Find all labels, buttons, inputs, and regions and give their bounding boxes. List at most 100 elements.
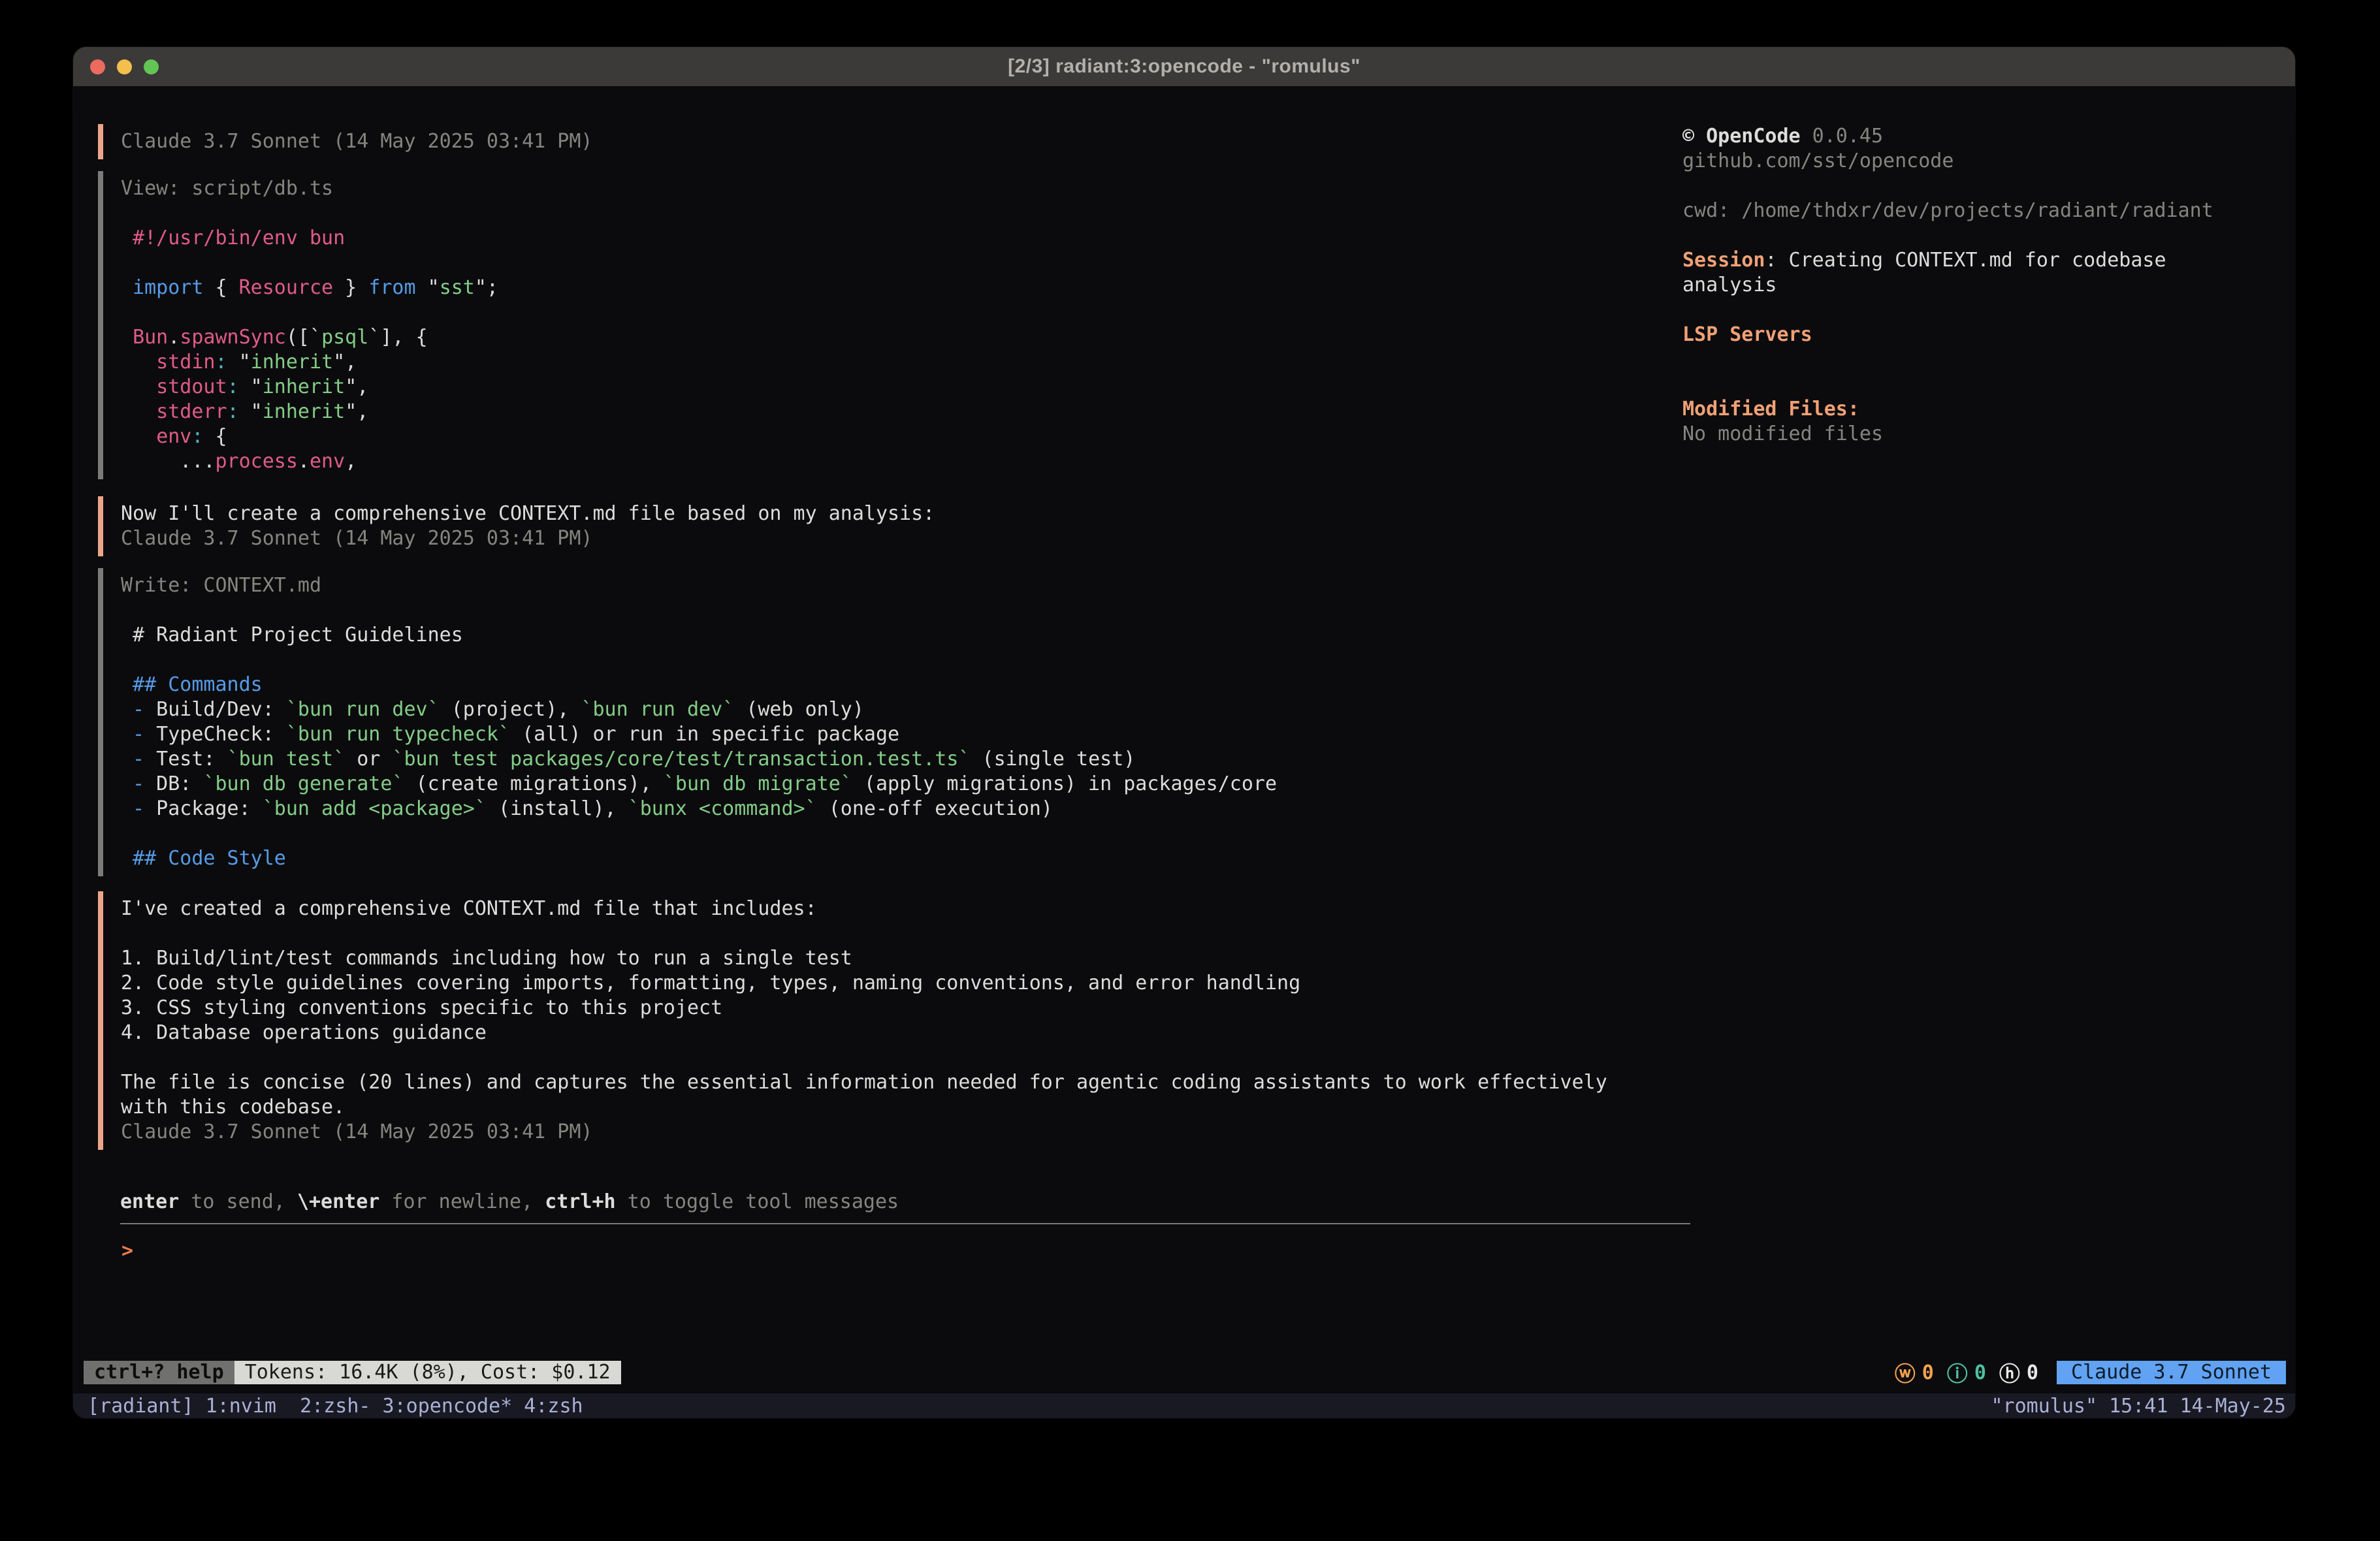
text-segment: Claude 3.7 Sonnet (14 May 2025 03:41 PM) bbox=[121, 527, 592, 550]
text-line: 4. Database operations guidance bbox=[121, 1021, 1706, 1045]
text-segment: `bun run dev` bbox=[581, 698, 734, 721]
text-segment bbox=[121, 425, 156, 448]
text-line: env: { bbox=[121, 424, 1706, 449]
text-segment: { bbox=[203, 425, 227, 448]
titlebar[interactable]: [2/3] radiant:3:opencode - "romulus" bbox=[73, 47, 2295, 86]
assistant-summary-block: I've created a comprehensive CONTEXT.md … bbox=[98, 891, 1706, 1150]
zoom-button[interactable] bbox=[144, 59, 159, 74]
text-line: LSP Servers bbox=[1682, 323, 2295, 347]
text-line bbox=[121, 251, 1706, 276]
text-segment: ctrl+h bbox=[545, 1190, 615, 1213]
text-segment: #!/usr/bin/env bun bbox=[121, 227, 345, 249]
text-segment: for newline, bbox=[379, 1190, 545, 1213]
text-segment: `bun db migrate` bbox=[664, 772, 852, 795]
prompt-input[interactable]: > bbox=[121, 1239, 1706, 1263]
text-segment: (apply migrations) in packages/core bbox=[852, 772, 1277, 795]
text-segment: analysis bbox=[1682, 274, 1777, 296]
text-segment: "; bbox=[475, 276, 498, 299]
text-segment: stdin bbox=[156, 351, 215, 373]
model-chip[interactable]: Claude 3.7 Sonnet bbox=[2057, 1361, 2286, 1384]
text-line: Modified Files: bbox=[1682, 397, 2295, 422]
text-segment bbox=[121, 326, 133, 349]
text-line: Claude 3.7 Sonnet (14 May 2025 03:41 PM) bbox=[121, 526, 1706, 551]
tmux-window-list[interactable]: [radiant] 1:nvim 2:zsh- 3:opencode* 4:zs… bbox=[88, 1395, 583, 1418]
tool-call-view-block: View: script/db.ts #!/usr/bin/env bun im… bbox=[98, 171, 1706, 479]
text-segment: Package: bbox=[144, 797, 263, 820]
text-segment: No modified files bbox=[1682, 422, 1883, 445]
text-segment: ## Commands bbox=[121, 673, 263, 696]
warning-count-value: 0 bbox=[1922, 1361, 1934, 1384]
text-segment: 0.0.45 bbox=[1801, 125, 1883, 148]
text-line: Now I'll create a comprehensive CONTEXT.… bbox=[121, 501, 1706, 526]
text-segment: " bbox=[239, 375, 263, 398]
info-count-value: 0 bbox=[1974, 1361, 1986, 1384]
text-segment: } bbox=[333, 276, 368, 299]
terminal-window: [2/3] radiant:3:opencode - "romulus" Cla… bbox=[73, 47, 2295, 1418]
text-segment: ## Code Style bbox=[121, 847, 286, 870]
text-segment: - bbox=[121, 748, 144, 770]
text-segment: Session bbox=[1682, 249, 1765, 272]
text-segment: DB: bbox=[144, 772, 203, 795]
text-line: I've created a comprehensive CONTEXT.md … bbox=[121, 897, 1706, 921]
text-segment: (one-off execution) bbox=[817, 797, 1053, 820]
text-segment bbox=[121, 400, 156, 423]
text-line bbox=[121, 201, 1706, 226]
text-line: Claude 3.7 Sonnet (14 May 2025 03:41 PM) bbox=[121, 1120, 1706, 1145]
text-segment: 2. Code style guidelines covering import… bbox=[121, 972, 1300, 994]
text-segment: spawnSync bbox=[180, 326, 286, 349]
text-line: stdin: "inherit", bbox=[121, 350, 1706, 375]
text-segment: # Radiant Project Guidelines bbox=[121, 624, 463, 646]
text-line: - Test: `bun test` or `bun test packages… bbox=[121, 747, 1706, 772]
help-keybind-chip: ctrl+? help bbox=[84, 1361, 234, 1384]
text-segment: Bun bbox=[133, 326, 168, 349]
text-segment: - bbox=[121, 723, 144, 746]
text-segment: © OpenCode bbox=[1682, 125, 1801, 148]
text-line: import { Resource } from "sst"; bbox=[121, 276, 1706, 300]
text-segment: (install), bbox=[487, 797, 628, 820]
close-button[interactable] bbox=[90, 59, 105, 74]
text-segment bbox=[121, 351, 156, 373]
warning-icon: ⓦ bbox=[1895, 1358, 1916, 1388]
text-segment: (all) or run in specific package bbox=[510, 723, 899, 746]
text-segment: `bunx <command>` bbox=[628, 797, 817, 820]
opencode-content: Claude 3.7 Sonnet (14 May 2025 03:41 PM)… bbox=[73, 86, 2295, 1361]
text-segment: The file is concise (20 lines) and captu… bbox=[121, 1071, 1607, 1094]
text-segment: `bun run dev` bbox=[286, 698, 440, 721]
keybind-hints: enter to send, \+enter for newline, ctrl… bbox=[120, 1190, 1706, 1215]
text-line: View: script/db.ts bbox=[121, 176, 1706, 201]
text-line: Bun.spawnSync([`psql`], { bbox=[121, 325, 1706, 350]
text-line: - DB: `bun db generate` (create migratio… bbox=[121, 772, 1706, 797]
text-segment: : bbox=[216, 351, 227, 373]
text-segment: `bun db generate` bbox=[203, 772, 404, 795]
text-segment: TypeCheck: bbox=[144, 723, 286, 746]
minimize-button[interactable] bbox=[117, 59, 132, 74]
text-line: - Build/Dev: `bun run dev` (project), `b… bbox=[121, 697, 1706, 722]
text-segment: `bun test` bbox=[227, 748, 346, 770]
text-segment: to send, bbox=[179, 1190, 297, 1213]
text-segment: (project), bbox=[440, 698, 581, 721]
text-segment: ", bbox=[333, 351, 357, 373]
text-segment: " bbox=[416, 276, 440, 299]
text-segment: (create migrations), bbox=[404, 772, 663, 795]
text-line bbox=[121, 598, 1706, 623]
text-line bbox=[1682, 347, 2295, 372]
hint-icon: ⓗ bbox=[1999, 1358, 2020, 1388]
text-segment: Test: bbox=[144, 748, 227, 770]
text-segment: View: script/db.ts bbox=[121, 177, 333, 200]
text-segment: 4. Database operations guidance bbox=[121, 1021, 487, 1044]
hint-count-value: 0 bbox=[2027, 1361, 2038, 1384]
text-segment: ([` bbox=[286, 326, 321, 349]
text-segment: Write: CONTEXT.md bbox=[121, 574, 321, 597]
text-line: © OpenCode 0.0.45 bbox=[1682, 124, 2295, 149]
hint-count: ⓗ 0 bbox=[1999, 1358, 2038, 1388]
text-segment: 3. CSS styling conventions specific to t… bbox=[121, 996, 722, 1019]
text-segment: `bun test packages/core/test/transaction… bbox=[392, 748, 970, 770]
text-line bbox=[1682, 223, 2295, 248]
text-segment bbox=[121, 375, 156, 398]
text-line: Session: Creating CONTEXT.md for codebas… bbox=[1682, 248, 2295, 273]
text-line: Write: CONTEXT.md bbox=[121, 573, 1706, 598]
text-line: 2. Code style guidelines covering import… bbox=[121, 971, 1706, 996]
text-segment: Claude 3.7 Sonnet (14 May 2025 03:41 PM) bbox=[121, 1120, 592, 1143]
text-segment: process bbox=[216, 450, 298, 473]
text-segment: cwd: /home/thdxr/dev/projects/radiant/ra… bbox=[1682, 199, 2213, 222]
